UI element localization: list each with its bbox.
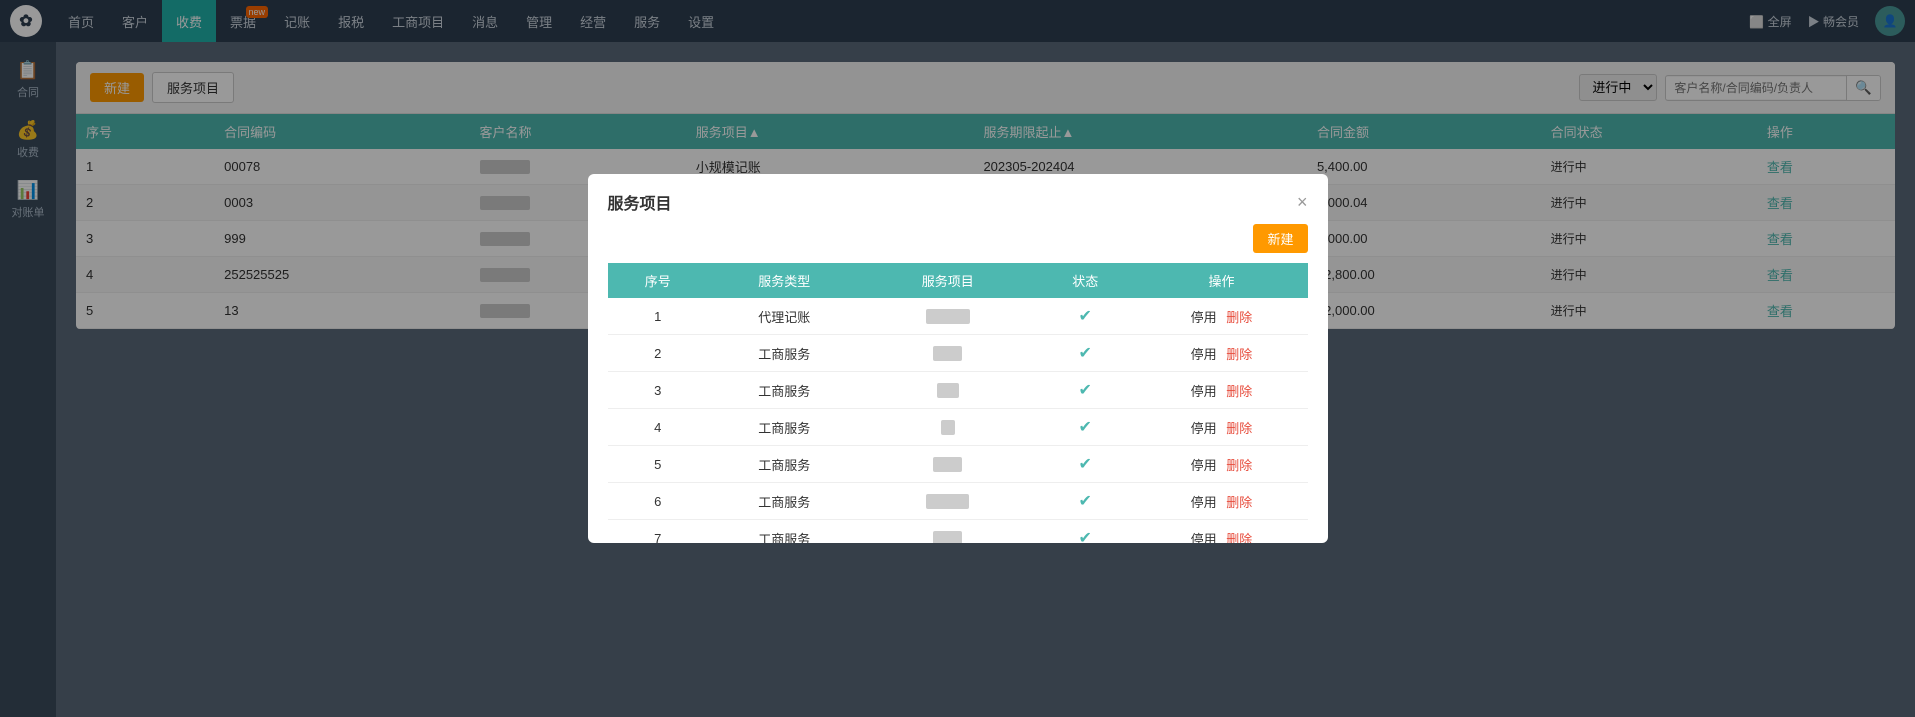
delete-button[interactable]: 删除 [1226,310,1252,325]
svcol-type: 服务类型 [708,263,861,298]
svcell-item [861,372,1035,409]
modal-toolbar: 新建 [588,224,1328,263]
svcell-actions: 停用 删除 [1135,372,1307,409]
svcell-status: ✔ [1035,298,1135,335]
stop-button[interactable]: 停用 [1191,310,1217,325]
status-check-icon: ✔ [1079,419,1092,436]
svcell-actions: 停用 删除 [1135,298,1307,335]
svcell-type: 工商服务 [708,520,861,544]
svcell-seq: 4 [608,409,708,446]
svcell-seq: 1 [608,298,708,335]
svcell-status: ✔ [1035,372,1135,409]
stop-button[interactable]: 停用 [1191,458,1217,473]
svcell-seq: 7 [608,520,708,544]
svcell-status: ✔ [1035,335,1135,372]
modal-close-button[interactable]: × [1297,192,1308,213]
svcell-actions: 停用 删除 [1135,409,1307,446]
svcell-seq: 5 [608,446,708,483]
modal-body: 序号 服务类型 服务项目 状态 操作 1 代理记账 ████1 ✔ 停用 删除 … [588,263,1328,543]
svcell-seq: 3 [608,372,708,409]
svcell-item [861,483,1035,520]
service-table-row: 2 工商服务 ✔ 停用 删除 [608,335,1308,372]
svcell-actions: 停用 删除 [1135,483,1307,520]
stop-button[interactable]: 停用 [1191,421,1217,436]
svcell-actions: 停用 删除 [1135,520,1307,544]
service-table-row: 7 工商服务 ✔ 停用 删除 [608,520,1308,544]
status-check-icon: ✔ [1079,345,1092,362]
status-check-icon: ✔ [1079,308,1092,325]
svcell-type: 工商服务 [708,335,861,372]
stop-button[interactable]: 停用 [1191,347,1217,362]
svcell-type: 代理记账 [708,298,861,335]
modal-new-button[interactable]: 新建 [1253,224,1307,253]
svcell-type: 工商服务 [708,483,861,520]
svcell-type: 工商服务 [708,409,861,446]
svcell-item [861,409,1035,446]
svcell-status: ✔ [1035,483,1135,520]
service-table: 序号 服务类型 服务项目 状态 操作 1 代理记账 ████1 ✔ 停用 删除 … [608,263,1308,543]
svcell-status: ✔ [1035,520,1135,544]
svcell-type: 工商服务 [708,372,861,409]
delete-button[interactable]: 删除 [1226,495,1252,510]
modal-overlay[interactable]: 服务项目 × 新建 序号 服务类型 服务项目 状态 操作 1 代理记账 [0,0,1915,717]
modal-title: 服务项目 [608,190,672,214]
service-table-row: 5 工商服务 ✔ 停用 删除 [608,446,1308,483]
service-table-row: 6 工商服务 ✔ 停用 删除 [608,483,1308,520]
stop-button[interactable]: 停用 [1191,384,1217,399]
svcell-status: ✔ [1035,409,1135,446]
delete-button[interactable]: 删除 [1226,532,1252,544]
delete-button[interactable]: 删除 [1226,347,1252,362]
modal-header: 服务项目 × [588,174,1328,224]
status-check-icon: ✔ [1079,493,1092,510]
status-check-icon: ✔ [1079,456,1092,473]
delete-button[interactable]: 删除 [1226,421,1252,436]
svcell-item [861,520,1035,544]
service-table-row: 1 代理记账 ████1 ✔ 停用 删除 [608,298,1308,335]
svcol-item: 服务项目 [861,263,1035,298]
service-table-row: 3 工商服务 ✔ 停用 删除 [608,372,1308,409]
delete-button[interactable]: 删除 [1226,458,1252,473]
svcell-actions: 停用 删除 [1135,446,1307,483]
svcell-item [861,335,1035,372]
service-table-row: 4 工商服务 ✔ 停用 删除 [608,409,1308,446]
svcell-status: ✔ [1035,446,1135,483]
stop-button[interactable]: 停用 [1191,495,1217,510]
svcell-seq: 6 [608,483,708,520]
svcell-seq: 2 [608,335,708,372]
delete-button[interactable]: 删除 [1226,384,1252,399]
svcol-status: 状态 [1035,263,1135,298]
svcol-action: 操作 [1135,263,1307,298]
status-check-icon: ✔ [1079,382,1092,399]
svcell-item: ████1 [861,298,1035,335]
svcol-seq: 序号 [608,263,708,298]
svcell-type: 工商服务 [708,446,861,483]
stop-button[interactable]: 停用 [1191,532,1217,544]
svcell-item [861,446,1035,483]
status-check-icon: ✔ [1079,530,1092,543]
service-modal: 服务项目 × 新建 序号 服务类型 服务项目 状态 操作 1 代理记账 [588,174,1328,543]
svcell-actions: 停用 删除 [1135,335,1307,372]
